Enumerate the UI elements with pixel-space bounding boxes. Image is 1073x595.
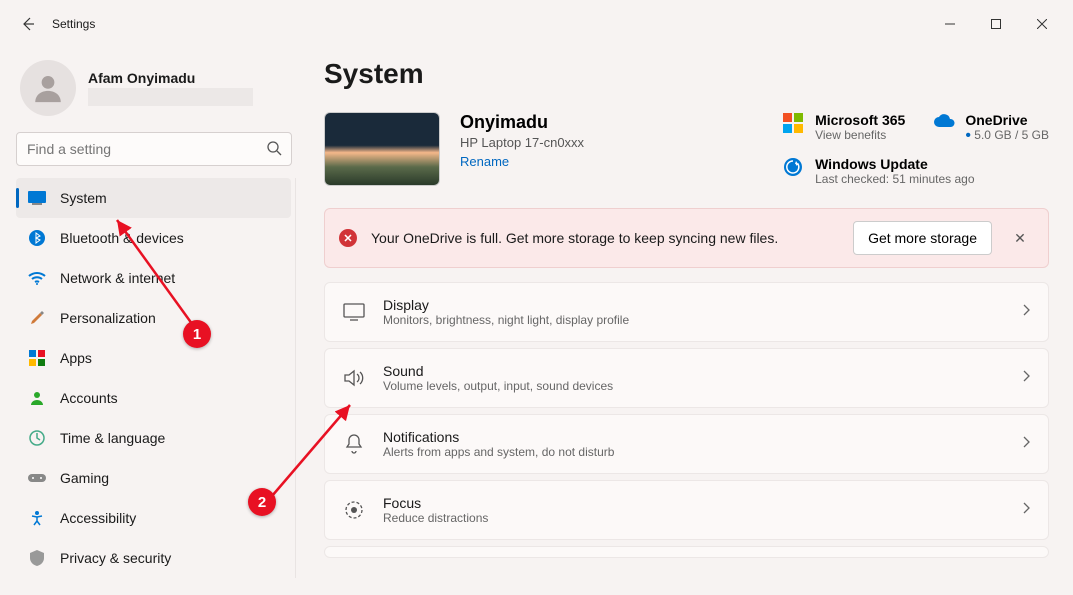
- user-email-redacted: [88, 88, 253, 106]
- sidebar-item-label: Personalization: [60, 310, 156, 326]
- brush-icon: [28, 309, 46, 327]
- close-button[interactable]: [1019, 8, 1065, 40]
- setting-title: Display: [383, 297, 629, 313]
- sidebar-item-label: Accounts: [60, 390, 118, 406]
- minimize-icon: [945, 19, 955, 29]
- back-button[interactable]: [8, 4, 48, 44]
- card-title: Windows Update: [815, 156, 974, 172]
- sidebar-item-label: System: [60, 190, 107, 206]
- sound-icon: [343, 367, 365, 389]
- sidebar-item-bluetooth[interactable]: Bluetooth & devices: [16, 218, 291, 258]
- setting-row-partial[interactable]: [324, 546, 1049, 558]
- card-title: OneDrive: [965, 112, 1049, 128]
- onedrive-icon: [933, 113, 955, 135]
- sidebar-item-label: Bluetooth & devices: [60, 230, 184, 246]
- card-windows-update[interactable]: Windows Update Last checked: 51 minutes …: [783, 156, 1049, 186]
- setting-sound[interactable]: Sound Volume levels, output, input, soun…: [324, 348, 1049, 408]
- user-block[interactable]: Afam Onyimadu: [20, 60, 296, 116]
- setting-display[interactable]: Display Monitors, brightness, night ligh…: [324, 282, 1049, 342]
- banner-close-button[interactable]: ✕: [1006, 224, 1034, 252]
- setting-title: Notifications: [383, 429, 614, 445]
- device-info-row: Onyimadu HP Laptop 17-cn0xxx Rename Micr…: [324, 112, 1049, 186]
- user-name: Afam Onyimadu: [88, 70, 253, 86]
- device-model: HP Laptop 17-cn0xxx: [460, 135, 584, 150]
- wifi-icon: [28, 269, 46, 287]
- setting-notifications[interactable]: Notifications Alerts from apps and syste…: [324, 414, 1049, 474]
- focus-icon: [343, 499, 365, 521]
- setting-title: Focus: [383, 495, 488, 511]
- close-icon: [1037, 19, 1047, 29]
- sidebar-item-time-language[interactable]: Time & language: [16, 418, 291, 458]
- setting-sub: Volume levels, output, input, sound devi…: [383, 379, 613, 393]
- bell-icon: [343, 433, 365, 455]
- device-name: Onyimadu: [460, 112, 584, 133]
- chevron-right-icon: [1022, 303, 1030, 321]
- update-icon: [783, 157, 805, 179]
- card-sub: View benefits: [815, 128, 905, 142]
- main-content: System Onyimadu HP Laptop 17-cn0xxx Rena…: [300, 48, 1073, 595]
- system-icon: [28, 189, 46, 207]
- account-icon: [28, 389, 46, 407]
- maximize-icon: [991, 19, 1001, 29]
- minimize-button[interactable]: [927, 8, 973, 40]
- microsoft-logo-icon: [783, 113, 805, 135]
- person-icon: [31, 71, 65, 105]
- page-title: System: [324, 58, 1049, 90]
- sidebar-item-label: Accessibility: [60, 510, 136, 526]
- card-sub: Last checked: 51 minutes ago: [815, 172, 974, 186]
- setting-sub: Reduce distractions: [383, 511, 488, 525]
- sidebar-item-label: Time & language: [60, 430, 165, 446]
- nav-list: System Bluetooth & devices Network & int…: [16, 178, 296, 578]
- card-sub: • 5.0 GB / 5 GB: [965, 128, 1049, 142]
- avatar: [20, 60, 76, 116]
- annotation-badge-1: 1: [183, 320, 211, 348]
- setting-title: Sound: [383, 363, 613, 379]
- sidebar-item-label: Gaming: [60, 470, 109, 486]
- sidebar-item-label: Apps: [60, 350, 92, 366]
- titlebar: Settings: [0, 0, 1073, 48]
- sidebar-item-system[interactable]: System: [16, 178, 291, 218]
- apps-icon: [28, 349, 46, 367]
- search-container: [16, 132, 292, 166]
- maximize-button[interactable]: [973, 8, 1019, 40]
- shield-icon: [28, 549, 46, 567]
- accessibility-icon: [28, 509, 46, 527]
- gamepad-icon: [28, 469, 46, 487]
- display-icon: [343, 301, 365, 323]
- banner-text: Your OneDrive is full. Get more storage …: [371, 230, 839, 246]
- setting-sub: Monitors, brightness, night light, displ…: [383, 313, 629, 327]
- card-title: Microsoft 365: [815, 112, 905, 128]
- chevron-right-icon: [1022, 501, 1030, 519]
- sidebar-item-label: Privacy & security: [60, 550, 171, 566]
- search-icon: [266, 140, 282, 161]
- arrow-left-icon: [20, 16, 36, 32]
- chevron-right-icon: [1022, 369, 1030, 387]
- sidebar-item-apps[interactable]: Apps: [16, 338, 291, 378]
- error-icon: ✕: [339, 229, 357, 247]
- get-storage-button[interactable]: Get more storage: [853, 221, 992, 255]
- bluetooth-icon: [28, 229, 46, 247]
- annotation-badge-2: 2: [248, 488, 276, 516]
- sidebar-item-accounts[interactable]: Accounts: [16, 378, 291, 418]
- window-title: Settings: [52, 17, 95, 31]
- card-microsoft365[interactable]: Microsoft 365 View benefits: [783, 112, 905, 142]
- sidebar-item-gaming[interactable]: Gaming: [16, 458, 291, 498]
- sidebar-item-personalization[interactable]: Personalization: [16, 298, 291, 338]
- setting-sub: Alerts from apps and system, do not dist…: [383, 445, 614, 459]
- setting-focus[interactable]: Focus Reduce distractions: [324, 480, 1049, 540]
- window-controls: [927, 8, 1065, 40]
- sidebar-item-label: Network & internet: [60, 270, 175, 286]
- sidebar-item-network[interactable]: Network & internet: [16, 258, 291, 298]
- card-onedrive[interactable]: OneDrive • 5.0 GB / 5 GB: [933, 112, 1049, 142]
- device-wallpaper-thumbnail[interactable]: [324, 112, 440, 186]
- onedrive-full-banner: ✕ Your OneDrive is full. Get more storag…: [324, 208, 1049, 268]
- clock-globe-icon: [28, 429, 46, 447]
- chevron-right-icon: [1022, 435, 1030, 453]
- search-input[interactable]: [16, 132, 292, 166]
- sidebar-item-privacy[interactable]: Privacy & security: [16, 538, 291, 578]
- rename-link[interactable]: Rename: [460, 154, 584, 169]
